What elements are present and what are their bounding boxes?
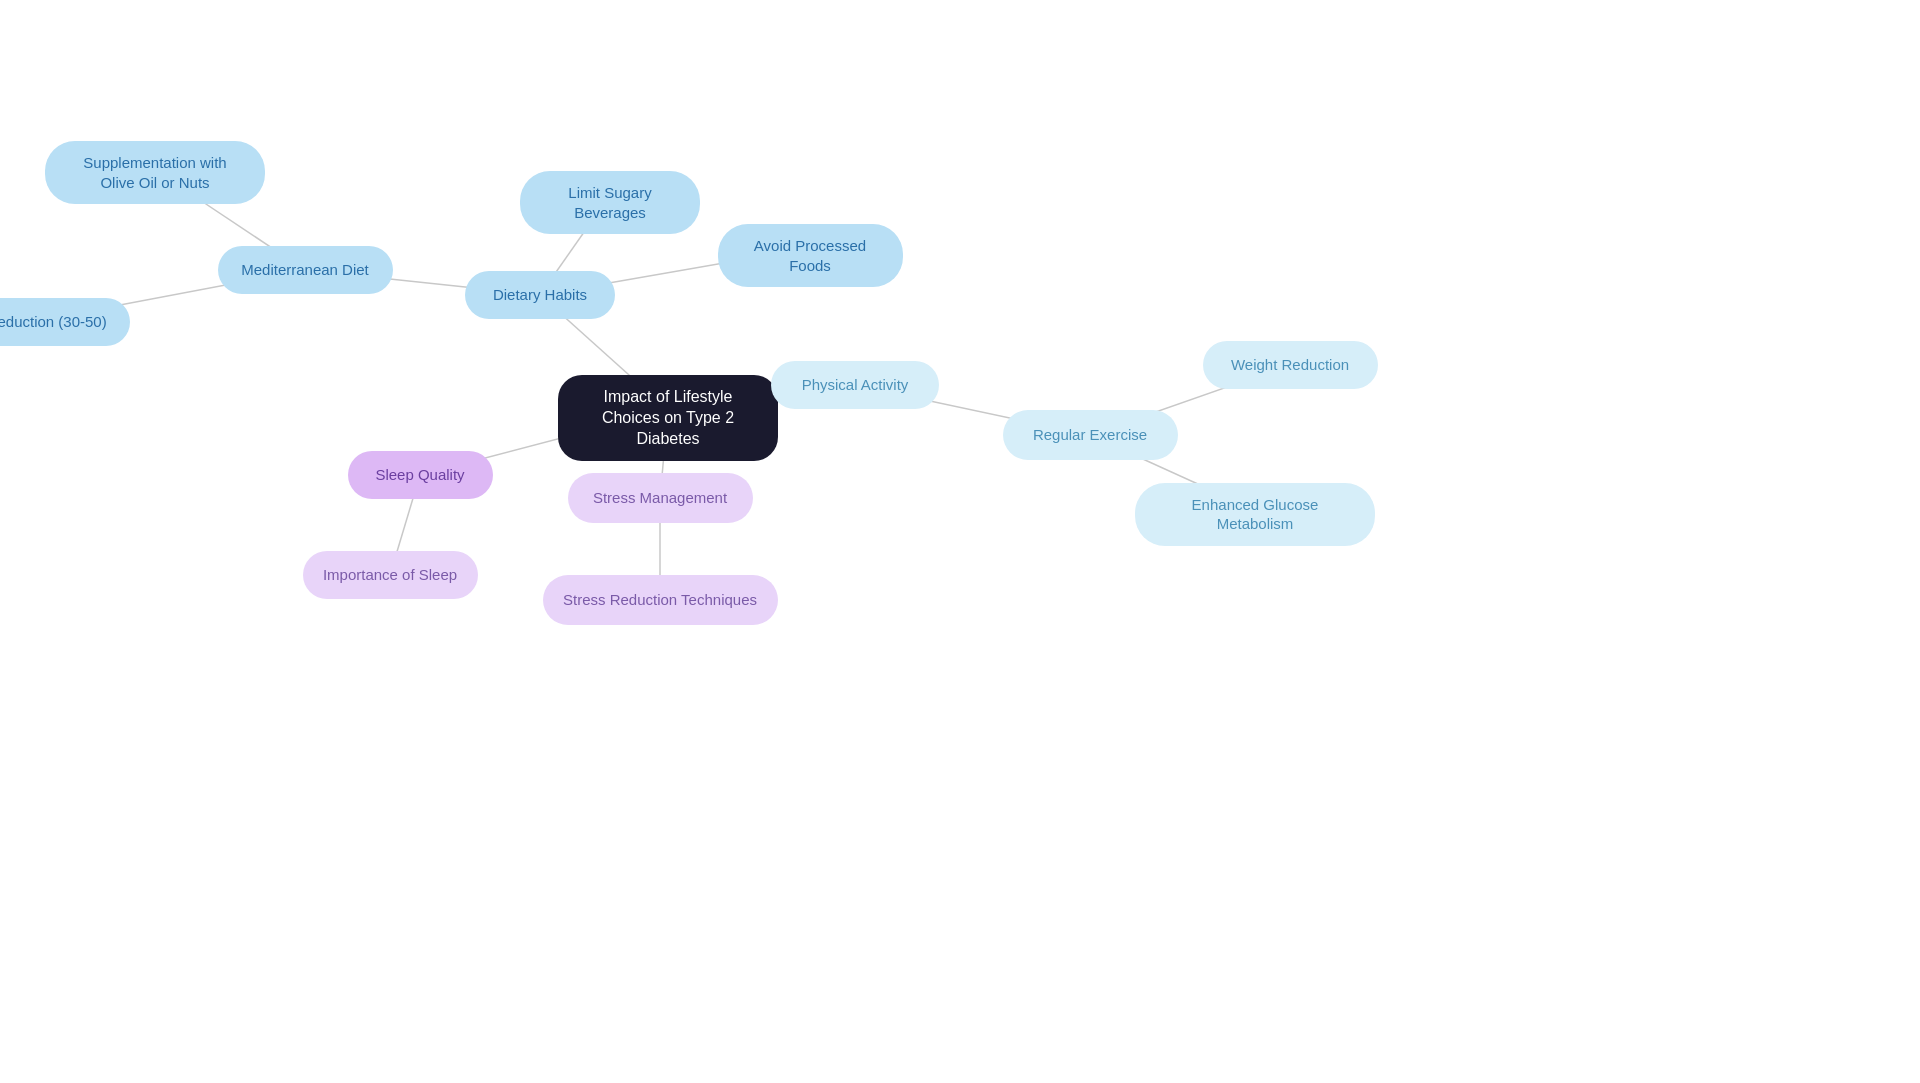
- node-risk-reduction[interactable]: Risk Reduction (30-50): [0, 298, 130, 346]
- node-regular-exercise[interactable]: Regular Exercise: [1003, 410, 1178, 460]
- node-limit-sugary[interactable]: Limit Sugary Beverages: [520, 171, 700, 234]
- node-avoid-processed[interactable]: Avoid Processed Foods: [718, 224, 903, 287]
- node-stress-management[interactable]: Stress Management: [568, 473, 753, 523]
- node-physical-activity[interactable]: Physical Activity: [771, 361, 939, 409]
- node-mediterranean[interactable]: Mediterranean Diet: [218, 246, 393, 294]
- node-dietary-habits[interactable]: Dietary Habits: [465, 271, 615, 319]
- node-weight-reduction[interactable]: Weight Reduction: [1203, 341, 1378, 389]
- center-node[interactable]: Impact of Lifestyle Choices on Type 2 Di…: [558, 375, 778, 461]
- node-sleep-quality[interactable]: Sleep Quality: [348, 451, 493, 499]
- node-olive-oil[interactable]: Supplementation with Olive Oil or Nuts: [45, 141, 265, 204]
- node-stress-reduction[interactable]: Stress Reduction Techniques: [543, 575, 778, 625]
- node-importance-sleep[interactable]: Importance of Sleep: [303, 551, 478, 599]
- node-enhanced-glucose[interactable]: Enhanced Glucose Metabolism: [1135, 483, 1375, 546]
- mind-map: Impact of Lifestyle Choices on Type 2 Di…: [0, 0, 1920, 1083]
